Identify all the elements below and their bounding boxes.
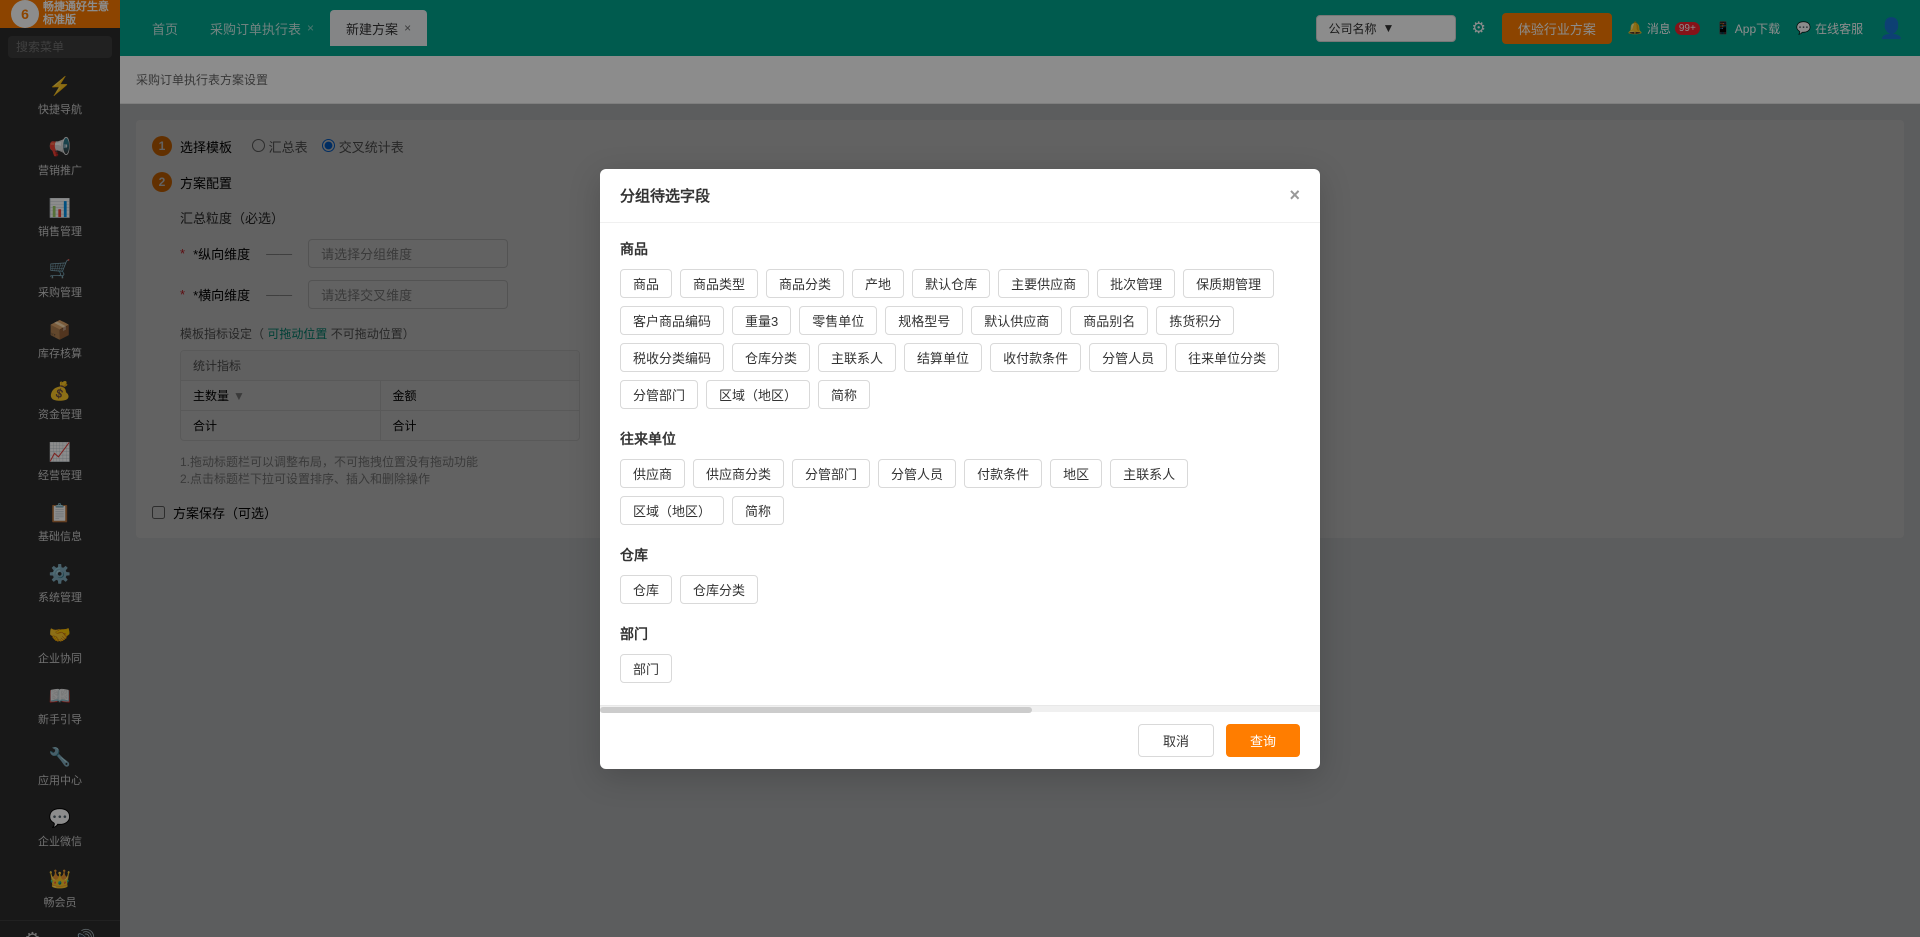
field-settlement-unit[interactable]: 结算单位 — [904, 343, 982, 372]
field-origin[interactable]: 产地 — [852, 269, 904, 298]
modal-body[interactable]: 商品 商品 商品类型 商品分类 产地 默认仓库 主要供应商 批次管理 保质期管理… — [600, 223, 1320, 705]
scrollbar-thumb — [600, 707, 1032, 713]
dept-fields: 部门 — [620, 654, 1300, 683]
field-managed-dept[interactable]: 分管部门 — [792, 459, 870, 488]
field-counterpart-category[interactable]: 往来单位分类 — [1175, 343, 1279, 372]
field-retail-unit[interactable]: 零售单位 — [799, 306, 877, 335]
counterpart-fields: 供应商 供应商分类 分管部门 分管人员 付款条件 地区 主联系人 区域（地区） … — [620, 459, 1300, 525]
warehouse-fields: 仓库 仓库分类 — [620, 575, 1300, 604]
field-region-counterpart[interactable]: 区域（地区） — [620, 496, 724, 525]
group-field-modal: 分组待选字段 × 商品 商品 商品类型 商品分类 产地 默认仓库 主要供应商 批… — [600, 169, 1320, 769]
field-expiry-mgmt[interactable]: 保质期管理 — [1183, 269, 1274, 298]
field-weight3[interactable]: 重量3 — [732, 306, 791, 335]
field-product-alias[interactable]: 商品别名 — [1070, 306, 1148, 335]
modal-footer: 取消 查询 — [600, 711, 1320, 769]
field-area[interactable]: 地区 — [1050, 459, 1102, 488]
section-product: 商品 商品 商品类型 商品分类 产地 默认仓库 主要供应商 批次管理 保质期管理… — [620, 239, 1300, 409]
section-counterpart: 往来单位 供应商 供应商分类 分管部门 分管人员 付款条件 地区 主联系人 区域… — [620, 429, 1300, 525]
field-default-warehouse[interactable]: 默认仓库 — [912, 269, 990, 298]
field-dept[interactable]: 部门 — [620, 654, 672, 683]
field-abbr-product[interactable]: 简称 — [818, 380, 870, 409]
modal-header: 分组待选字段 × — [600, 169, 1320, 223]
section-warehouse: 仓库 仓库 仓库分类 — [620, 545, 1300, 604]
field-customer-code[interactable]: 客户商品编码 — [620, 306, 724, 335]
field-tax-code[interactable]: 税收分类编码 — [620, 343, 724, 372]
section-product-title: 商品 — [620, 239, 1300, 259]
field-warehouse-category[interactable]: 仓库分类 — [732, 343, 810, 372]
field-main-contact-counterpart[interactable]: 主联系人 — [1110, 459, 1188, 488]
section-dept-title: 部门 — [620, 624, 1300, 644]
field-product-type[interactable]: 商品类型 — [680, 269, 758, 298]
modal-horizontal-scrollbar[interactable] — [600, 705, 1320, 711]
field-supplier[interactable]: 供应商 — [620, 459, 685, 488]
section-dept: 部门 部门 — [620, 624, 1300, 683]
field-dept-managed[interactable]: 分管部门 — [620, 380, 698, 409]
field-pick-points[interactable]: 拣货积分 — [1156, 306, 1234, 335]
field-region-product[interactable]: 区域（地区） — [706, 380, 810, 409]
field-payment-terms[interactable]: 收付款条件 — [990, 343, 1081, 372]
field-product-category[interactable]: 商品分类 — [766, 269, 844, 298]
field-warehouse-cat[interactable]: 仓库分类 — [680, 575, 758, 604]
field-payment-condition[interactable]: 付款条件 — [964, 459, 1042, 488]
field-main-supplier[interactable]: 主要供应商 — [998, 269, 1089, 298]
field-default-supplier[interactable]: 默认供应商 — [971, 306, 1062, 335]
field-abbr-counterpart[interactable]: 简称 — [732, 496, 784, 525]
section-warehouse-title: 仓库 — [620, 545, 1300, 565]
cancel-button[interactable]: 取消 — [1138, 724, 1214, 757]
product-fields: 商品 商品类型 商品分类 产地 默认仓库 主要供应商 批次管理 保质期管理 客户… — [620, 269, 1300, 409]
field-warehouse[interactable]: 仓库 — [620, 575, 672, 604]
field-product[interactable]: 商品 — [620, 269, 672, 298]
section-counterpart-title: 往来单位 — [620, 429, 1300, 449]
field-supervisor[interactable]: 分管人员 — [1089, 343, 1167, 372]
modal-title: 分组待选字段 — [620, 185, 710, 206]
confirm-button[interactable]: 查询 — [1226, 724, 1300, 757]
field-spec-model[interactable]: 规格型号 — [885, 306, 963, 335]
field-main-contact[interactable]: 主联系人 — [818, 343, 896, 372]
modal-close-button[interactable]: × — [1289, 185, 1300, 206]
field-batch-mgmt[interactable]: 批次管理 — [1097, 269, 1175, 298]
field-supplier-category[interactable]: 供应商分类 — [693, 459, 784, 488]
field-managed-person[interactable]: 分管人员 — [878, 459, 956, 488]
modal-overlay: 分组待选字段 × 商品 商品 商品类型 商品分类 产地 默认仓库 主要供应商 批… — [0, 0, 1920, 937]
